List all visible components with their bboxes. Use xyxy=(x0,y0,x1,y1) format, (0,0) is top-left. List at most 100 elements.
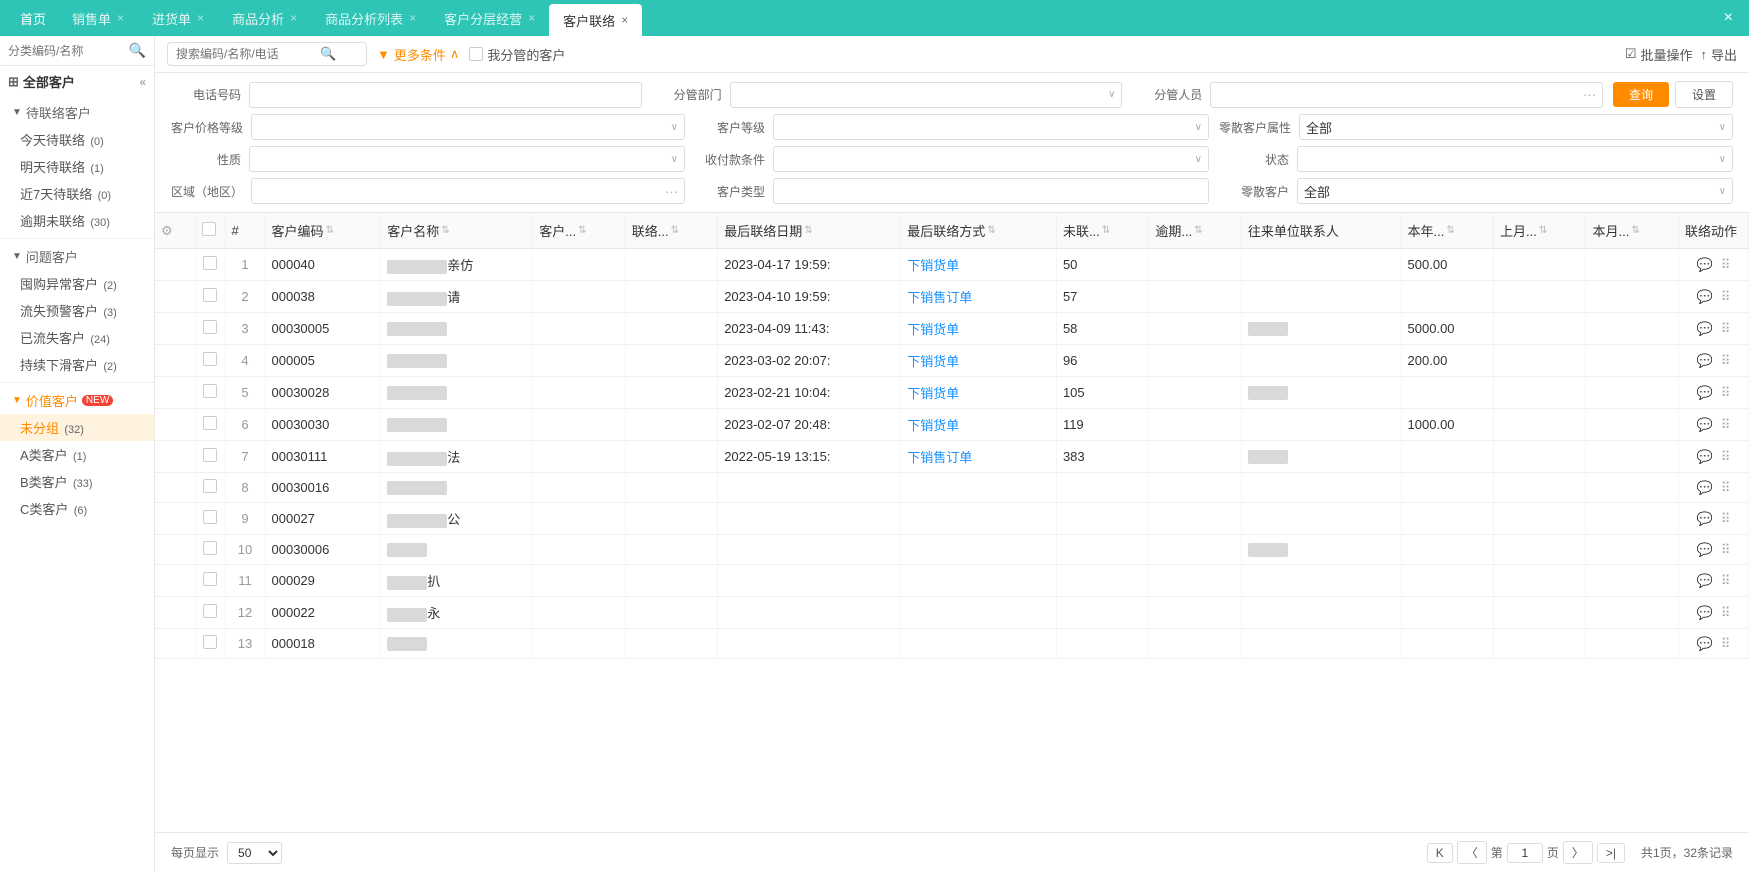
close-icon[interactable]: × xyxy=(290,11,297,25)
phone-input[interactable] xyxy=(249,82,642,108)
sidebar-search-box[interactable]: 🔍 xyxy=(0,36,154,66)
row-checkbox[interactable] xyxy=(203,572,217,586)
cell-check[interactable] xyxy=(195,503,225,535)
chat-icon[interactable]: 💬 xyxy=(1697,417,1713,433)
chat-icon[interactable]: 💬 xyxy=(1697,257,1713,273)
value-customers-header[interactable]: ▼ 价值客户 NEW xyxy=(0,387,154,414)
chat-icon[interactable]: 💬 xyxy=(1697,353,1713,369)
th-this-month[interactable]: 本月...⇅ xyxy=(1586,213,1679,249)
more-icon[interactable]: ⠿ xyxy=(1721,257,1731,273)
cell-last-way[interactable] xyxy=(901,629,1057,659)
cell-last-way[interactable]: 下销货单 xyxy=(901,345,1057,377)
cell-name[interactable] xyxy=(381,409,533,441)
collapse-icon[interactable]: « xyxy=(139,75,146,89)
category-search-input[interactable] xyxy=(8,44,125,58)
more-icon[interactable]: ⠿ xyxy=(1721,542,1731,558)
th-settings[interactable]: ⚙ xyxy=(155,213,195,249)
sidebar-item-type-a[interactable]: A类客户 (1) xyxy=(0,441,154,468)
cell-check[interactable] xyxy=(195,409,225,441)
dept-select[interactable]: ∨ xyxy=(730,82,1123,108)
chat-icon[interactable]: 💬 xyxy=(1697,289,1713,305)
close-window-icon[interactable]: × xyxy=(1716,9,1741,27)
th-contact[interactable]: 联络...⇅ xyxy=(625,213,717,249)
manager-select[interactable]: ··· xyxy=(1210,82,1603,108)
sidebar-item-overdue[interactable]: 逾期未联络 (30) xyxy=(0,207,154,234)
cell-check[interactable] xyxy=(195,249,225,281)
cell-check[interactable] xyxy=(195,281,225,313)
last-way-link[interactable]: 下销货单 xyxy=(907,258,959,273)
more-icon[interactable]: ⠿ xyxy=(1721,321,1731,337)
cell-check[interactable] xyxy=(195,345,225,377)
more-icon[interactable]: ⠿ xyxy=(1721,353,1731,369)
cell-name[interactable]: 永 xyxy=(381,597,533,629)
th-unit-contact[interactable]: 往来单位联系人 xyxy=(1241,213,1401,249)
chat-icon[interactable]: 💬 xyxy=(1697,542,1713,558)
row-checkbox[interactable] xyxy=(203,479,217,493)
th-last-way[interactable]: 最后联络方式⇅ xyxy=(901,213,1057,249)
cell-last-way[interactable]: 下销货单 xyxy=(901,249,1057,281)
select-all-checkbox[interactable] xyxy=(202,222,216,236)
th-code[interactable]: 客户编码⇅ xyxy=(265,213,381,249)
search-button[interactable]: 查询 xyxy=(1613,82,1669,107)
more-icon[interactable]: ⠿ xyxy=(1721,605,1731,621)
export-btn[interactable]: ↑ 导出 xyxy=(1700,45,1737,64)
checkbox-icon[interactable] xyxy=(469,47,483,61)
cell-check[interactable] xyxy=(195,377,225,409)
cell-name[interactable]: 亲仿 xyxy=(381,249,533,281)
row-checkbox[interactable] xyxy=(203,635,217,649)
cell-last-way[interactable] xyxy=(901,503,1057,535)
row-checkbox[interactable] xyxy=(203,416,217,430)
sidebar-item-tomorrow[interactable]: 明天待联络 (1) xyxy=(0,153,154,180)
cell-last-way[interactable]: 下销货单 xyxy=(901,409,1057,441)
search-input[interactable] xyxy=(176,47,316,61)
scattered-select[interactable]: 全部 ∨ xyxy=(1297,178,1733,204)
cell-name[interactable]: 扒 xyxy=(381,565,533,597)
last-way-link[interactable]: 下销货单 xyxy=(907,418,959,433)
th-overdue[interactable]: 逾期...⇅ xyxy=(1149,213,1241,249)
last-way-link[interactable]: 下销货单 xyxy=(907,386,959,401)
more-icon[interactable]: ⠿ xyxy=(1721,417,1731,433)
row-checkbox[interactable] xyxy=(203,541,217,555)
cell-last-way[interactable]: 下销售订单 xyxy=(901,441,1057,473)
more-icon[interactable]: ⠿ xyxy=(1721,511,1731,527)
cell-name[interactable]: 法 xyxy=(381,441,533,473)
th-no-contact[interactable]: 未联...⇅ xyxy=(1056,213,1148,249)
chat-icon[interactable]: 💬 xyxy=(1697,449,1713,465)
more-icon[interactable]: ⠿ xyxy=(1721,636,1731,652)
last-way-link[interactable]: 下销货单 xyxy=(907,354,959,369)
status-select[interactable]: ∨ xyxy=(1297,146,1733,172)
chat-icon[interactable]: 💬 xyxy=(1697,385,1713,401)
row-checkbox[interactable] xyxy=(203,448,217,462)
cell-last-way[interactable] xyxy=(901,565,1057,597)
pending-contact-header[interactable]: ▼ 待联络客户 xyxy=(0,99,154,126)
close-icon[interactable]: × xyxy=(117,11,124,25)
last-way-link[interactable]: 下销售订单 xyxy=(907,290,972,305)
close-icon[interactable]: × xyxy=(197,11,204,25)
tab-purchase[interactable]: 进货单 × xyxy=(138,0,218,36)
search-box[interactable]: 🔍 xyxy=(167,42,367,66)
price-level-select[interactable]: ∨ xyxy=(251,114,685,140)
cell-name[interactable] xyxy=(381,473,533,503)
cell-last-way[interactable] xyxy=(901,473,1057,503)
sidebar-item-ungroup[interactable]: 未分组 (32) xyxy=(0,414,154,441)
cell-check[interactable] xyxy=(195,441,225,473)
page-number-input[interactable] xyxy=(1507,843,1543,863)
cell-name[interactable]: 请 xyxy=(381,281,533,313)
row-checkbox[interactable] xyxy=(203,604,217,618)
settings-icon[interactable]: ⚙ xyxy=(161,223,173,238)
sidebar-item-7days[interactable]: 近7天待联络 (0) xyxy=(0,180,154,207)
cell-name[interactable] xyxy=(381,629,533,659)
page-size-select[interactable]: 50 100 200 xyxy=(227,842,282,864)
sidebar-item-type-c[interactable]: C类客户 (6) xyxy=(0,495,154,522)
search-icon[interactable]: 🔍 xyxy=(320,46,336,62)
all-customers-header[interactable]: ⊞ 全部客户 « xyxy=(0,66,154,97)
chat-icon[interactable]: 💬 xyxy=(1697,480,1713,496)
nature-select[interactable]: ∨ xyxy=(249,146,685,172)
sidebar-item-type-b[interactable]: B类客户 (33) xyxy=(0,468,154,495)
reset-button[interactable]: 设置 xyxy=(1675,81,1733,108)
row-checkbox[interactable] xyxy=(203,384,217,398)
more-icon[interactable]: ⠿ xyxy=(1721,289,1731,305)
cell-check[interactable] xyxy=(195,473,225,503)
row-checkbox[interactable] xyxy=(203,352,217,366)
more-icon[interactable]: ⠿ xyxy=(1721,480,1731,496)
